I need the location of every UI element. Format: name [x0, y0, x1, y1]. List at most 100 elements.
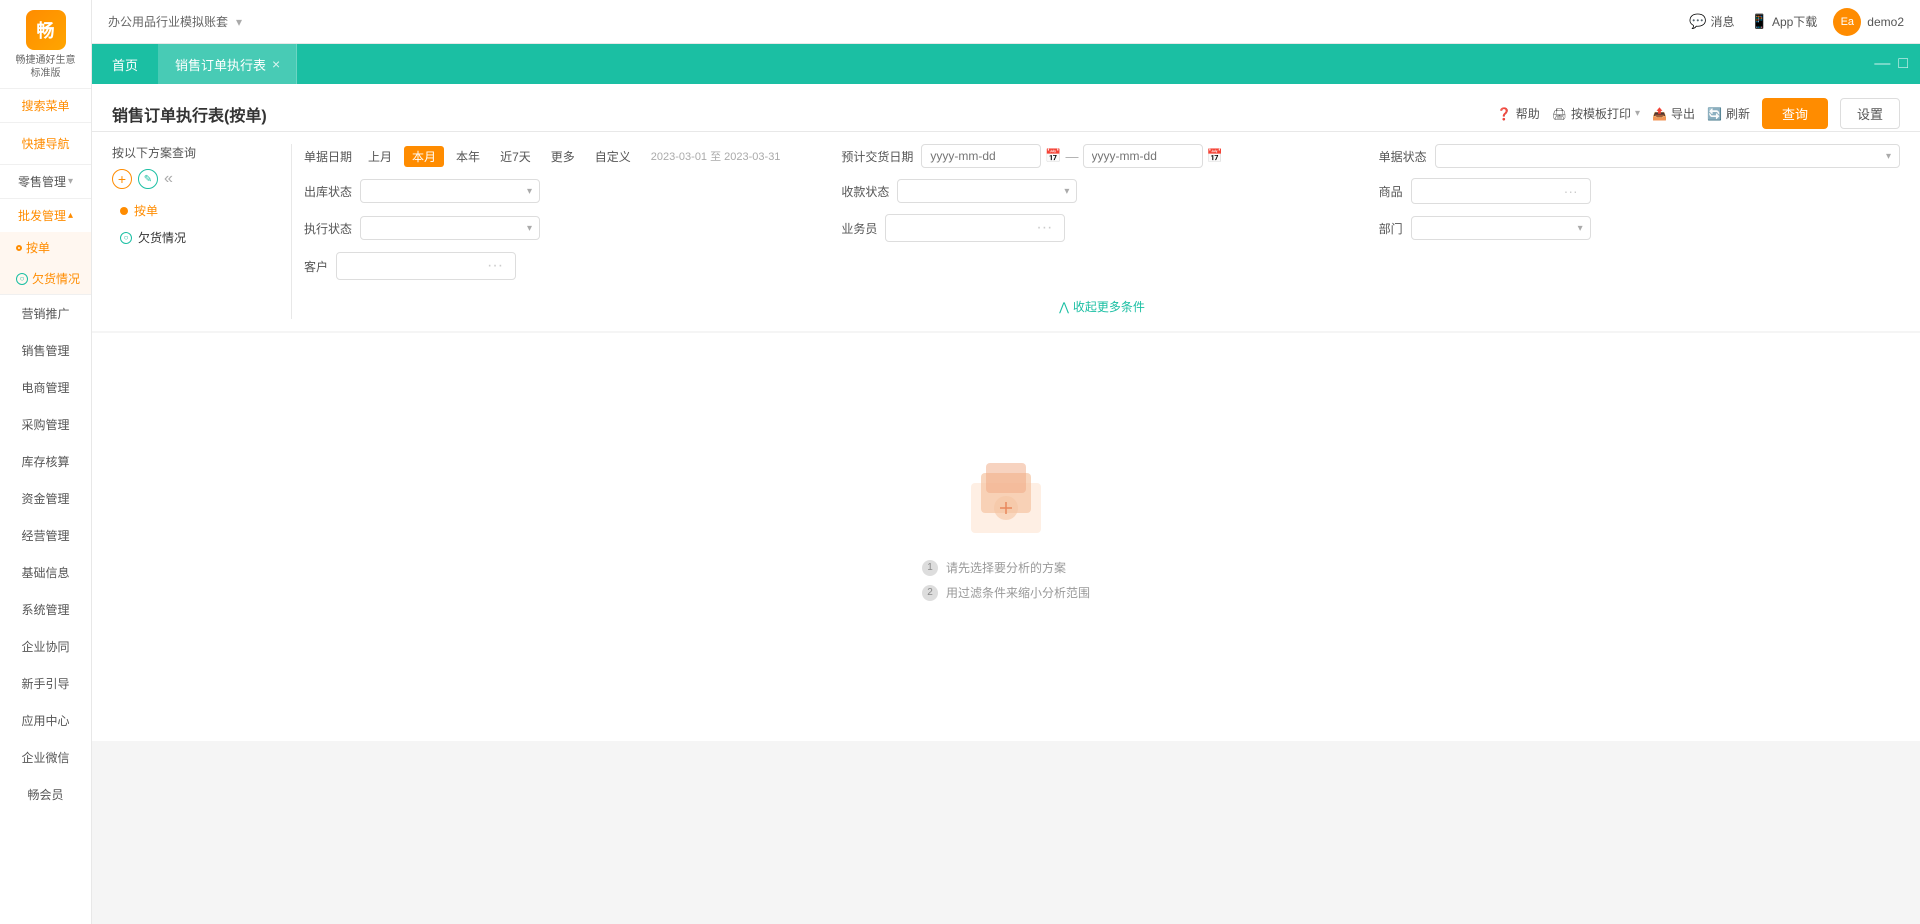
sidebar-sub-debt[interactable]: ○ 欠货情况 — [0, 263, 91, 294]
tab-home[interactable]: 首页 — [92, 44, 159, 84]
refresh-btn[interactable]: 🔄 刷新 — [1707, 105, 1750, 122]
dept-select[interactable] — [1411, 216, 1591, 240]
empty-state-container: 1 请先选择要分析的方案 2 用过滤条件来缩小分析范围 — [92, 333, 1920, 741]
filter-edit-btn[interactable]: ✎ — [138, 169, 158, 189]
message-icon: 💬 — [1689, 13, 1706, 30]
topbar-message-btn[interactable]: 💬 消息 — [1689, 13, 1734, 30]
salesperson-input[interactable] — [894, 221, 1032, 235]
receive-status-label: 收款状态 — [841, 183, 889, 200]
receive-status-select-wrapper — [897, 179, 1077, 203]
customer-more-btn[interactable]: ··· — [483, 257, 507, 275]
filter-group-date: 单据日期 上月 本月 本年 近7天 更多 自定义 2023-03-01 至 20… — [304, 146, 825, 167]
date-tab-thismonth[interactable]: 本月 — [404, 146, 444, 167]
exec-status-label: 执行状态 — [304, 220, 352, 237]
query-btn[interactable]: 查询 — [1762, 98, 1828, 129]
export-btn[interactable]: 📤 导出 — [1652, 105, 1695, 122]
collapse-more-btn[interactable]: ⋀ 收起更多条件 — [1059, 298, 1145, 315]
sidebar-quick-nav[interactable]: 快捷导航 — [0, 123, 91, 165]
sidebar-item-retail[interactable]: 零售管理 ▾ — [0, 165, 91, 198]
export-icon: 📤 — [1652, 107, 1667, 121]
sidebar-item-newbie[interactable]: 新手引导 — [0, 665, 91, 702]
sidebar-search[interactable]: 搜索菜单 — [0, 89, 91, 123]
sidebar-item-basic[interactable]: 基础信息 — [0, 554, 91, 591]
date-tab-more[interactable]: 更多 — [543, 146, 583, 167]
filter-group-exec-status: 执行状态 — [304, 216, 825, 240]
tabbar-actions: — □ — [1862, 44, 1920, 84]
date-separator: — — [1066, 149, 1079, 164]
doc-status-dropdown-icon[interactable]: ▾ — [1886, 151, 1891, 162]
filter-add-btn[interactable]: + — [112, 169, 132, 189]
topbar-app-download-btn[interactable]: 📱 App下载 — [1751, 13, 1818, 30]
user-name: demo2 — [1867, 15, 1904, 29]
sidebar-item-wholesale[interactable]: 批发管理 ▴ — [0, 199, 91, 232]
expected-date-from[interactable] — [921, 144, 1041, 168]
doc-status-label: 单据状态 — [1379, 148, 1427, 165]
print-dropdown-icon[interactable]: ▾ — [1635, 108, 1640, 119]
scheme-debt[interactable]: ○ 欠货情况 — [112, 224, 279, 251]
page-content: 销售订单执行表(按单) ❓ 帮助 🖨 按模板打印 ▾ 📤 导出 🔄 刷新 — [92, 84, 1920, 924]
sidebar-sales-label: 销售管理 — [21, 342, 69, 359]
scheme-order[interactable]: 按单 — [112, 197, 279, 224]
empty-state-illustration — [956, 453, 1056, 543]
sidebar-ecommerce-label: 电商管理 — [21, 379, 69, 396]
receive-status-select[interactable] — [897, 179, 1077, 203]
app-download-icon: 📱 — [1751, 13, 1768, 30]
doc-status-input[interactable] — [1444, 149, 1886, 163]
filter-collapse-btn[interactable]: « — [164, 170, 173, 188]
out-status-select[interactable] — [360, 179, 540, 203]
sidebar-item-sales[interactable]: 销售管理 — [0, 332, 91, 369]
sidebar-sub-items-wholesale: 按单 ○ 欠货情况 — [0, 232, 91, 294]
sidebar-item-purchase[interactable]: 采购管理 — [0, 406, 91, 443]
tab-sales-order[interactable]: 销售订单执行表 × — [159, 44, 297, 84]
sidebar-item-appstore[interactable]: 应用中心 — [0, 702, 91, 739]
sidebar-appstore-label: 应用中心 — [21, 712, 69, 729]
expected-date-to[interactable] — [1083, 144, 1203, 168]
calendar-from-icon[interactable]: 📅 — [1045, 148, 1061, 164]
goods-label: 商品 — [1379, 183, 1403, 200]
sidebar-item-quick-nav[interactable]: 快捷导航 — [0, 127, 91, 160]
topbar-dropdown-icon[interactable]: ▾ — [236, 15, 242, 29]
tab-close-btn[interactable]: × — [272, 56, 280, 72]
print-btn[interactable]: 🖨 按模板打印 ▾ — [1552, 105, 1640, 122]
expected-date-label: 预计交货日期 — [841, 148, 913, 165]
sidebar-wechat-label: 企业微信 — [21, 749, 69, 766]
date-tab-lastmonth[interactable]: 上月 — [360, 146, 400, 167]
sidebar-item-enterprise[interactable]: 企业协同 — [0, 628, 91, 665]
goods-input[interactable] — [1420, 184, 1560, 198]
filter-group-dept: 部门 — [1379, 216, 1900, 240]
sidebar-item-system[interactable]: 系统管理 — [0, 591, 91, 628]
dept-label: 部门 — [1379, 220, 1403, 237]
goods-more-btn[interactable]: ··· — [1560, 183, 1582, 199]
sidebar-item-wechat[interactable]: 企业微信 — [0, 739, 91, 776]
hint2-text: 用过滤条件来缩小分析范围 — [946, 584, 1090, 601]
exec-status-select[interactable] — [360, 216, 540, 240]
help-btn[interactable]: ❓ 帮助 — [1497, 105, 1540, 122]
settings-btn[interactable]: 设置 — [1840, 98, 1900, 129]
sidebar-item-marketing[interactable]: 营销推广 — [0, 295, 91, 332]
date-tab-7days[interactable]: 近7天 — [492, 146, 539, 167]
sidebar-item-ecommerce[interactable]: 电商管理 — [0, 369, 91, 406]
search-label: 搜索菜单 — [21, 99, 69, 113]
date-tab-thisyear[interactable]: 本年 — [448, 146, 488, 167]
date-tab-custom[interactable]: 自定义 — [587, 146, 639, 167]
logo-text: 畅捷通好生意 标准版 — [16, 54, 76, 80]
sidebar: 畅 畅捷通好生意 标准版 搜索菜单 快捷导航 零售管理 ▾ 批发管理 ▴ — [0, 0, 92, 924]
sidebar-marketing-label: 营销推广 — [21, 305, 69, 322]
sidebar-item-inventory[interactable]: 库存核算 — [0, 443, 91, 480]
sidebar-item-finance[interactable]: 资金管理 — [0, 480, 91, 517]
user-area[interactable]: Ea demo2 — [1833, 8, 1904, 36]
empty-hint-1: 1 请先选择要分析的方案 — [922, 559, 1090, 576]
doc-status-input-wrapper[interactable]: ▾ — [1435, 144, 1900, 168]
tabbar-maximize-btn[interactable]: □ — [1898, 55, 1908, 73]
sidebar-item-vip[interactable]: 畅会员 — [0, 776, 91, 813]
collapse-icon: ⋀ — [1059, 300, 1069, 314]
salesperson-more-btn[interactable]: ··· — [1032, 219, 1056, 237]
scheme-debt-icon: ○ — [120, 232, 132, 244]
filter-group-expected-date: 预计交货日期 📅 — 📅 — [841, 144, 1362, 168]
calendar-to-icon[interactable]: 📅 — [1207, 148, 1223, 164]
quick-nav-label: 快捷导航 — [21, 137, 69, 151]
sidebar-sub-order[interactable]: 按单 — [0, 232, 91, 263]
customer-input[interactable] — [345, 259, 483, 273]
sidebar-item-operations[interactable]: 经营管理 — [0, 517, 91, 554]
tabbar-minimize-btn[interactable]: — — [1874, 55, 1890, 73]
